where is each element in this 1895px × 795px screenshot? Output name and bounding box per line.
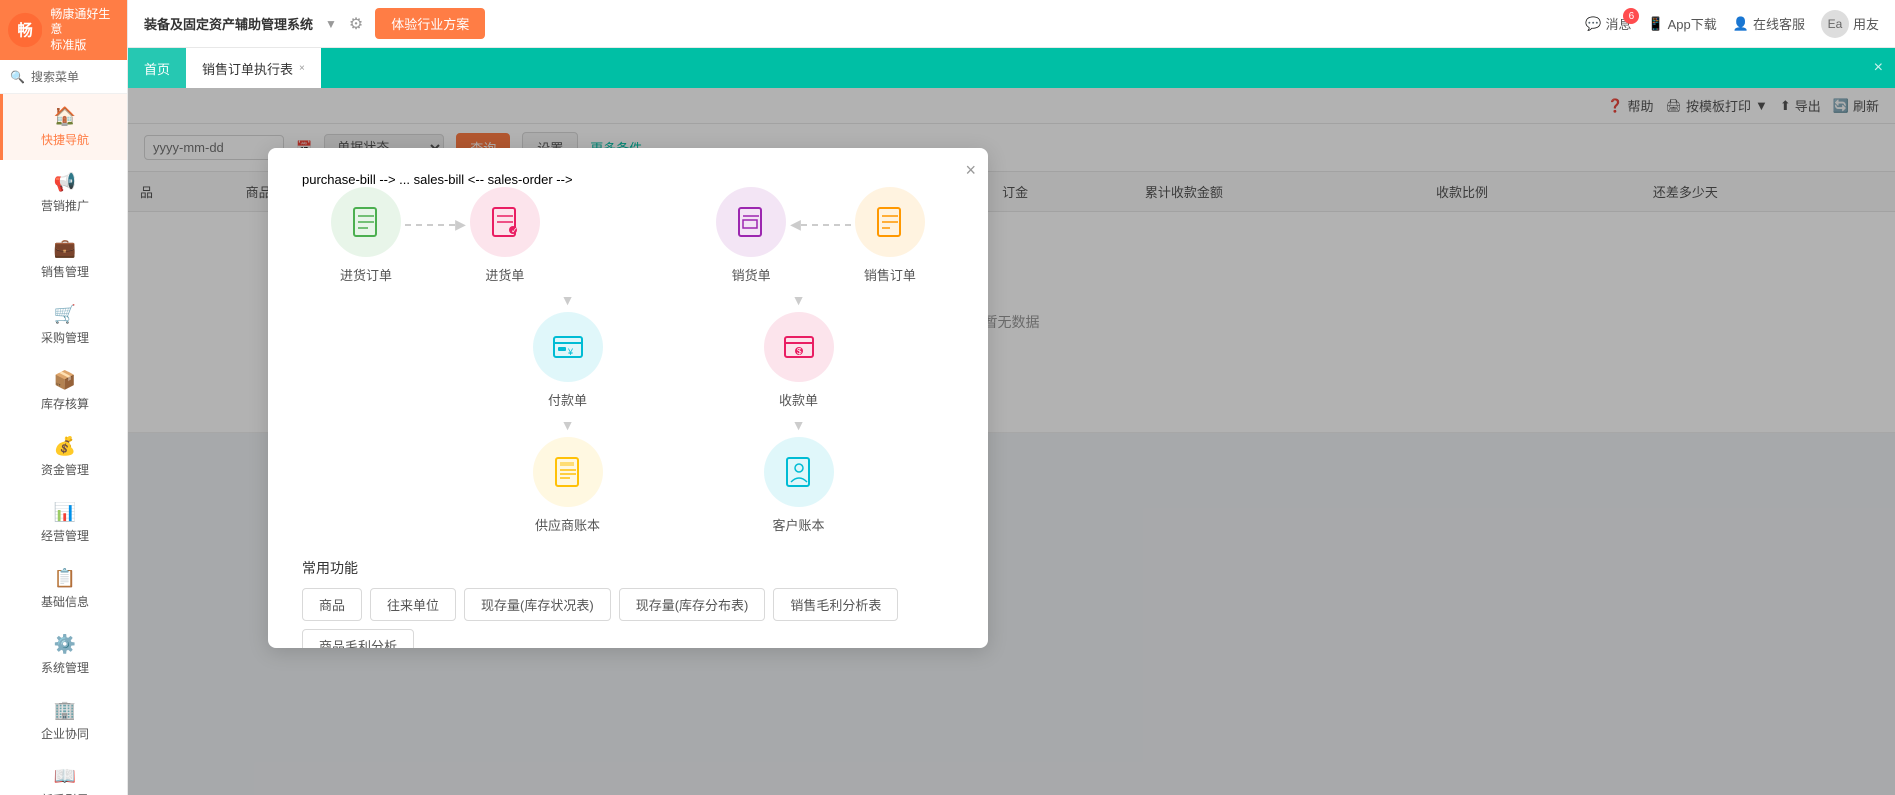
- system-icon: ⚙️: [54, 634, 76, 655]
- settings-icon[interactable]: ⚙: [349, 14, 363, 34]
- sidebar-search[interactable]: 🔍 搜索菜单: [0, 60, 127, 94]
- customer-ledger-icon: [764, 437, 834, 507]
- sidebar-item-operations[interactable]: 📊 经营管理: [0, 490, 127, 556]
- user-menu[interactable]: Ea 用友: [1821, 10, 1879, 38]
- cf-title: 常用功能: [302, 558, 954, 578]
- sidebar-item-purchase[interactable]: 🛒 采购管理: [0, 292, 127, 358]
- message-btn[interactable]: 💬 消息 6: [1585, 14, 1631, 33]
- cf-btn-inventory-status[interactable]: 现存量(库存状况表): [464, 588, 611, 621]
- svg-text:✓: ✓: [511, 226, 518, 235]
- purchase-bill-icon: ✓: [470, 187, 540, 257]
- sidebar-item-marketing[interactable]: 📢 营销推广: [0, 160, 127, 226]
- inventory-icon: 📦: [54, 370, 76, 391]
- sales-bill-icon: [716, 187, 786, 257]
- sidebar-item-newbie[interactable]: 📖 新手引导: [0, 754, 127, 795]
- cf-btn-counterparty[interactable]: 往来单位: [370, 588, 456, 621]
- marketing-icon: 📢: [54, 172, 76, 193]
- purchase-order-icon: [331, 187, 401, 257]
- sales-order-icon: [855, 187, 925, 257]
- cf-btn-product[interactable]: 商品: [302, 588, 362, 621]
- purchase-order-node: 进货订单: [331, 187, 401, 284]
- cf-buttons: 商品 往来单位 现存量(库存状况表) 现存量(库存分布表) 销售毛利分析表 商品…: [302, 588, 954, 648]
- topbar-actions: 💬 消息 6 📱 App下载 👤 在线客服 Ea 用友: [1585, 10, 1879, 38]
- sidebar-item-quick-nav[interactable]: 🏠 快捷导航: [0, 94, 127, 160]
- sidebar-item-system[interactable]: ⚙️ 系统管理: [0, 622, 127, 688]
- service-icon: 👤: [1733, 16, 1749, 32]
- message-icon: 💬: [1585, 16, 1601, 32]
- finance-icon: 💰: [54, 436, 76, 457]
- svg-text:畅: 畅: [18, 22, 33, 40]
- sidebar-nav: 🏠 快捷导航 📢 营销推广 💼 销售管理 🛒 采购管理 📦 库存核算 💰: [0, 94, 127, 795]
- modal-close-btn[interactable]: ×: [965, 160, 976, 181]
- enterprise-icon: 🏢: [54, 700, 76, 721]
- download-icon: 📱: [1647, 16, 1663, 32]
- tab-home[interactable]: 首页: [128, 48, 186, 88]
- system-title: 装备及固定资产辅助管理系统: [144, 14, 313, 33]
- receipt-bill-icon: $: [764, 312, 834, 382]
- sidebar-item-enterprise[interactable]: 🏢 企业协同: [0, 688, 127, 754]
- app-download-btn[interactable]: 📱 App下载: [1647, 14, 1716, 33]
- sidebar-item-basic-info[interactable]: 📋 基础信息: [0, 556, 127, 622]
- main-area: 装备及固定资产辅助管理系统 ▼ ⚙ 体验行业方案 💬 消息 6 📱 App下载 …: [128, 0, 1895, 795]
- sidebar-item-inventory[interactable]: 📦 库存核算: [0, 358, 127, 424]
- payment-bill-icon: ¥: [533, 312, 603, 382]
- content-area: ❓ 帮助 🖨 按模板打印 ▼ ⬆ 导出 🔄 刷新: [128, 88, 1895, 795]
- sales-bill-node: 销货单: [716, 187, 786, 284]
- tab-bar-close-icon[interactable]: ×: [1874, 59, 1883, 77]
- supplier-ledger-node: 供应商账本: [533, 437, 603, 534]
- basic-info-icon: 📋: [54, 568, 76, 589]
- flow-modal: × purchase-bill --> ... sales-bill <-- s…: [268, 148, 988, 648]
- supplier-ledger-icon: [533, 437, 603, 507]
- cf-btn-product-gross-analysis[interactable]: 商品毛利分析: [302, 629, 414, 648]
- tabbar: 首页 销售订单执行表 × ×: [128, 48, 1895, 88]
- svg-text:¥: ¥: [567, 347, 574, 357]
- message-badge: 6: [1623, 8, 1639, 24]
- dropdown-arrow[interactable]: ▼: [325, 17, 337, 31]
- online-service-btn[interactable]: 👤 在线客服: [1733, 14, 1805, 33]
- common-functions: 常用功能 商品 往来单位 现存量(库存状况表) 现存量(库存分布表) 销售毛利分…: [302, 558, 954, 648]
- customer-ledger-node: 客户账本: [764, 437, 834, 534]
- sidebar-item-sales[interactable]: 💼 销售管理: [0, 226, 127, 292]
- logo-text: 畅康通好生意 标准版: [50, 7, 119, 54]
- topbar: 装备及固定资产辅助管理系统 ▼ ⚙ 体验行业方案 💬 消息 6 📱 App下载 …: [128, 0, 1895, 48]
- quick-nav-icon: 🏠: [54, 106, 76, 127]
- experience-btn[interactable]: 体验行业方案: [375, 8, 485, 39]
- avatar: Ea: [1821, 10, 1849, 38]
- search-icon: 🔍: [10, 70, 25, 84]
- cf-btn-sales-gross-analysis[interactable]: 销售毛利分析表: [773, 588, 898, 621]
- payment-bill-node: ¥ 付款单: [533, 312, 603, 409]
- operations-icon: 📊: [54, 502, 76, 523]
- cf-btn-inventory-dist[interactable]: 现存量(库存分布表): [619, 588, 766, 621]
- receipt-bill-node: $ 收款单: [764, 312, 834, 409]
- modal-overlay: × purchase-bill --> ... sales-bill <-- s…: [128, 88, 1895, 795]
- sidebar-item-finance[interactable]: 💰 资金管理: [0, 424, 127, 490]
- sales-order-node: 销售订单: [855, 187, 925, 284]
- purchase-bill-node: ✓ 进货单: [470, 187, 540, 284]
- tab-sales-order[interactable]: 销售订单执行表 ×: [186, 48, 321, 88]
- logo-icon: 畅: [8, 12, 42, 48]
- sidebar: 畅 畅康通好生意 标准版 🔍 搜索菜单 🏠 快捷导航 📢 营销推广 💼 销售管理: [0, 0, 128, 795]
- purchase-icon: 🛒: [54, 304, 76, 325]
- sales-icon: 💼: [54, 238, 76, 259]
- svg-text:$: $: [797, 347, 802, 356]
- tab-close-icon[interactable]: ×: [299, 63, 305, 74]
- sidebar-logo: 畅 畅康通好生意 标准版: [0, 0, 127, 60]
- newbie-icon: 📖: [54, 766, 76, 787]
